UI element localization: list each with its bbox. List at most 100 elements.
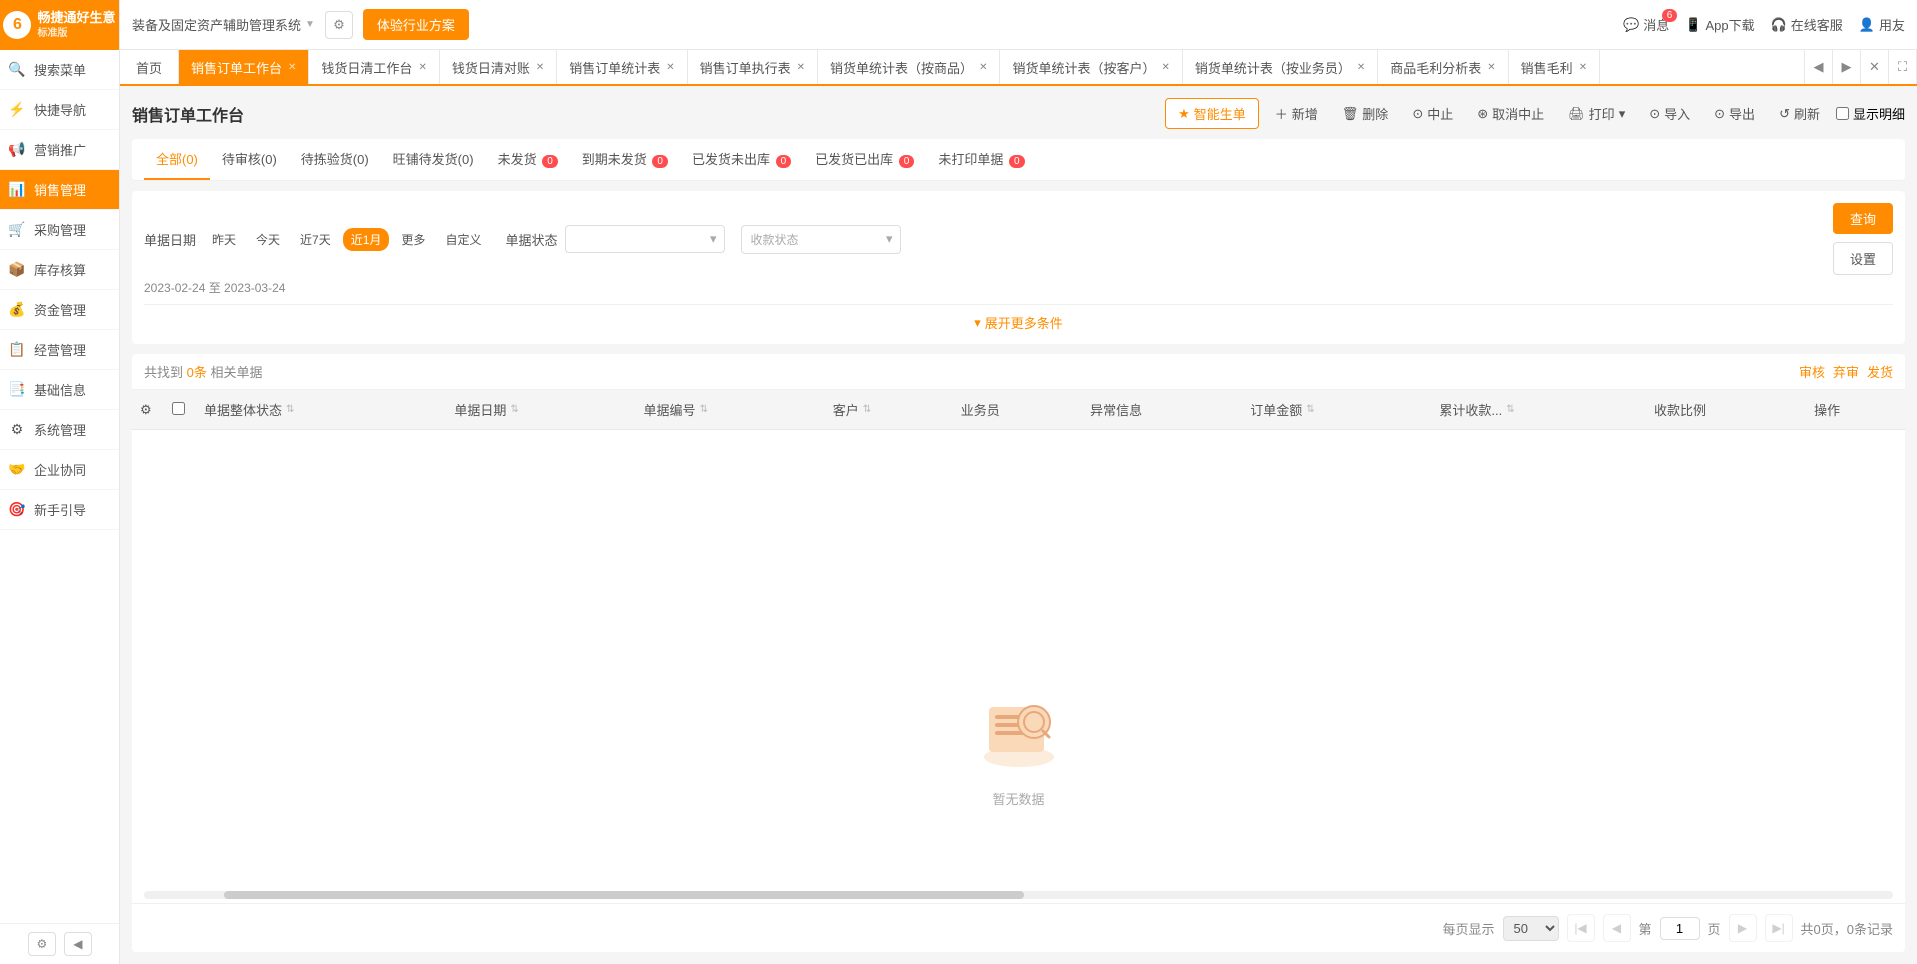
refresh-btn[interactable]: ↺ 刷新 bbox=[1771, 99, 1828, 128]
tab-close-icon-2[interactable]: ✕ bbox=[418, 62, 426, 73]
delete-btn[interactable]: 🗑 删除 bbox=[1334, 99, 1397, 128]
tab-close-icon[interactable]: ✕ bbox=[288, 62, 296, 73]
show-detail-checkbox[interactable] bbox=[1836, 107, 1849, 120]
sort-status-icon[interactable]: ⇅ bbox=[286, 404, 294, 415]
sort-number-icon[interactable]: ⇅ bbox=[700, 404, 708, 415]
sidebar-item-finance[interactable]: 💰 资金管理 bbox=[0, 290, 119, 330]
new-btn[interactable]: ＋ 新增 bbox=[1267, 99, 1326, 128]
tab-close-all[interactable]: ✕ bbox=[1861, 50, 1889, 84]
sidebar-collapse-btn[interactable]: ◀ bbox=[64, 932, 91, 956]
tab-home[interactable]: 首页 bbox=[120, 50, 179, 84]
tab-sales-exec[interactable]: 销售订单执行表 ✕ bbox=[688, 50, 818, 84]
sidebar-item-quick-nav[interactable]: ⚡ 快捷导航 bbox=[0, 90, 119, 130]
tab-close-icon-5[interactable]: ✕ bbox=[797, 62, 805, 73]
tab-sales-by-staff[interactable]: 销货单统计表（按业务员） ✕ bbox=[1183, 50, 1378, 84]
online-service-btn[interactable]: 🎧 在线客服 bbox=[1771, 15, 1843, 34]
audit-btn[interactable]: 审核 bbox=[1799, 362, 1825, 381]
date-opt-custom[interactable]: 自定义 bbox=[437, 228, 489, 251]
setting-btn[interactable]: 设置 bbox=[1833, 242, 1893, 275]
filter-tab-shipped-not-out[interactable]: 已发货未出库 0 bbox=[680, 139, 803, 180]
tab-maximize[interactable]: ⛶ bbox=[1889, 50, 1917, 84]
sort-customer-icon[interactable]: ⇅ bbox=[863, 404, 871, 415]
page-next-btn[interactable]: ▶ bbox=[1729, 914, 1757, 942]
page-prev-btn[interactable]: ◀ bbox=[1603, 914, 1631, 942]
filter-tab-pending-inspect[interactable]: 待拣验货(0) bbox=[289, 139, 381, 180]
message-btn[interactable]: 💬 消息 6 bbox=[1623, 15, 1669, 34]
tab-close-icon-4[interactable]: ✕ bbox=[666, 62, 674, 73]
sidebar-item-operations[interactable]: 📋 经营管理 bbox=[0, 330, 119, 370]
print-btn[interactable]: 🖨 打印 ▾ bbox=[1560, 99, 1633, 128]
import-btn[interactable]: ⊙ 导入 bbox=[1641, 99, 1698, 128]
date-opt-1month[interactable]: 近1月 bbox=[343, 228, 390, 251]
filter-tab-wangpu-ship[interactable]: 旺铺待发货(0) bbox=[381, 139, 486, 180]
sidebar-item-enterprise[interactable]: 🤝 企业协同 bbox=[0, 450, 119, 490]
expand-btn[interactable]: ▾ 展开更多条件 bbox=[974, 313, 1063, 332]
solution-button[interactable]: 体验行业方案 bbox=[363, 9, 469, 40]
show-detail-toggle[interactable]: 显示明细 bbox=[1836, 104, 1905, 123]
user-menu[interactable]: 👤 用友 bbox=[1859, 15, 1905, 34]
sort-amount-icon[interactable]: ⇅ bbox=[1306, 404, 1314, 415]
page-last-btn[interactable]: ▶| bbox=[1765, 914, 1793, 942]
sort-date-icon[interactable]: ⇅ bbox=[510, 404, 518, 415]
ship-batch-btn[interactable]: 发货 bbox=[1867, 362, 1893, 381]
tab-close-icon-10[interactable]: ✕ bbox=[1579, 62, 1587, 73]
tab-sales-order[interactable]: 销售订单工作台 ✕ bbox=[179, 50, 309, 84]
system-title-dropdown[interactable]: 装备及固定资产辅助管理系统 ▼ bbox=[132, 15, 315, 34]
sidebar-item-sales[interactable]: 📊 销售管理 bbox=[0, 170, 119, 210]
filter-tab-all[interactable]: 全部(0) bbox=[144, 139, 210, 180]
expand-down-icon: ▾ bbox=[974, 315, 981, 331]
sidebar-item-marketing[interactable]: 📢 营销推广 bbox=[0, 130, 119, 170]
date-opt-more[interactable]: 更多 bbox=[393, 228, 433, 251]
date-opt-7days[interactable]: 近7天 bbox=[292, 228, 339, 251]
payment-status-select[interactable]: 收款状态 ▾ bbox=[741, 225, 901, 254]
tab-gross-profit[interactable]: 商品毛利分析表 ✕ bbox=[1378, 50, 1508, 84]
sort-collected-icon[interactable]: ⇅ bbox=[1506, 404, 1514, 415]
stop-btn[interactable]: ⊙ 中止 bbox=[1404, 99, 1461, 128]
delete-icon: 🗑 bbox=[1342, 106, 1359, 122]
filter-tab-overdue-ship[interactable]: 到期未发货 0 bbox=[570, 139, 680, 180]
tab-close-icon-7[interactable]: ✕ bbox=[1161, 62, 1169, 73]
unapprove-btn[interactable]: 弃审 bbox=[1833, 362, 1859, 381]
scrollbar-thumb[interactable] bbox=[224, 891, 1024, 899]
filter-tab-pending-audit[interactable]: 待审核(0) bbox=[210, 139, 289, 180]
page-first-btn[interactable]: |◀ bbox=[1567, 914, 1595, 942]
horizontal-scrollbar[interactable] bbox=[144, 891, 1893, 899]
sidebar-settings-btn[interactable]: ⚙ bbox=[28, 932, 57, 956]
export-btn[interactable]: ⊙ 导出 bbox=[1706, 99, 1763, 128]
date-opt-today[interactable]: 今天 bbox=[248, 228, 288, 251]
empty-state: 暂无数据 bbox=[132, 599, 1905, 888]
sidebar-item-search[interactable]: 🔍 搜索菜单 bbox=[0, 50, 119, 90]
filter-tab-unprinted[interactable]: 未打印单据 0 bbox=[926, 139, 1036, 180]
status-select[interactable]: ▾ bbox=[565, 225, 725, 253]
select-all-checkbox[interactable] bbox=[172, 402, 185, 415]
tab-close-icon-9[interactable]: ✕ bbox=[1487, 62, 1495, 73]
sidebar-item-purchase[interactable]: 🛒 采购管理 bbox=[0, 210, 119, 250]
col-checkbox[interactable] bbox=[164, 390, 196, 430]
sidebar-item-inventory[interactable]: 📦 库存核算 bbox=[0, 250, 119, 290]
tab-close-icon-8[interactable]: ✕ bbox=[1357, 62, 1365, 73]
tab-scroll-left[interactable]: ◀ bbox=[1805, 50, 1833, 84]
tab-cash-clear[interactable]: 钱货日清工作台 ✕ bbox=[309, 50, 439, 84]
smart-create-btn[interactable]: ★ 智能生单 bbox=[1165, 98, 1259, 129]
tab-sales-stats[interactable]: 销售订单统计表 ✕ bbox=[557, 50, 687, 84]
tab-sales-by-customer[interactable]: 销货单统计表（按客户） ✕ bbox=[1000, 50, 1182, 84]
filter-tab-unshipped[interactable]: 未发货 0 bbox=[486, 139, 570, 180]
tab-close-icon-3[interactable]: ✕ bbox=[536, 62, 544, 73]
cancel-stop-btn[interactable]: ⊛ 取消中止 bbox=[1469, 99, 1552, 128]
col-settings[interactable]: ⚙ bbox=[132, 390, 164, 430]
tab-sales-margin[interactable]: 销售毛利 ✕ bbox=[1509, 50, 1600, 84]
tab-sales-by-product[interactable]: 销货单统计表（按商品） ✕ bbox=[818, 50, 1000, 84]
topbar-settings-btn[interactable]: ⚙ bbox=[325, 11, 353, 39]
page-size-select[interactable]: 50 100 200 bbox=[1503, 916, 1559, 941]
filter-tab-shipped-out[interactable]: 已发货已出库 0 bbox=[803, 139, 926, 180]
tab-scroll-right[interactable]: ▶ bbox=[1833, 50, 1861, 84]
date-opt-yesterday[interactable]: 昨天 bbox=[204, 228, 244, 251]
page-input[interactable] bbox=[1660, 917, 1700, 940]
query-btn[interactable]: 查询 bbox=[1833, 203, 1893, 234]
tab-close-icon-6[interactable]: ✕ bbox=[979, 62, 987, 73]
sidebar-item-system[interactable]: ⚙ 系统管理 bbox=[0, 410, 119, 450]
app-download-btn[interactable]: 📱 App下载 bbox=[1685, 15, 1754, 34]
tab-cash-reconcile[interactable]: 钱货日清对账 ✕ bbox=[440, 50, 557, 84]
sidebar-item-guide[interactable]: 🎯 新手引导 bbox=[0, 490, 119, 530]
sidebar-item-basic-info[interactable]: 📑 基础信息 bbox=[0, 370, 119, 410]
